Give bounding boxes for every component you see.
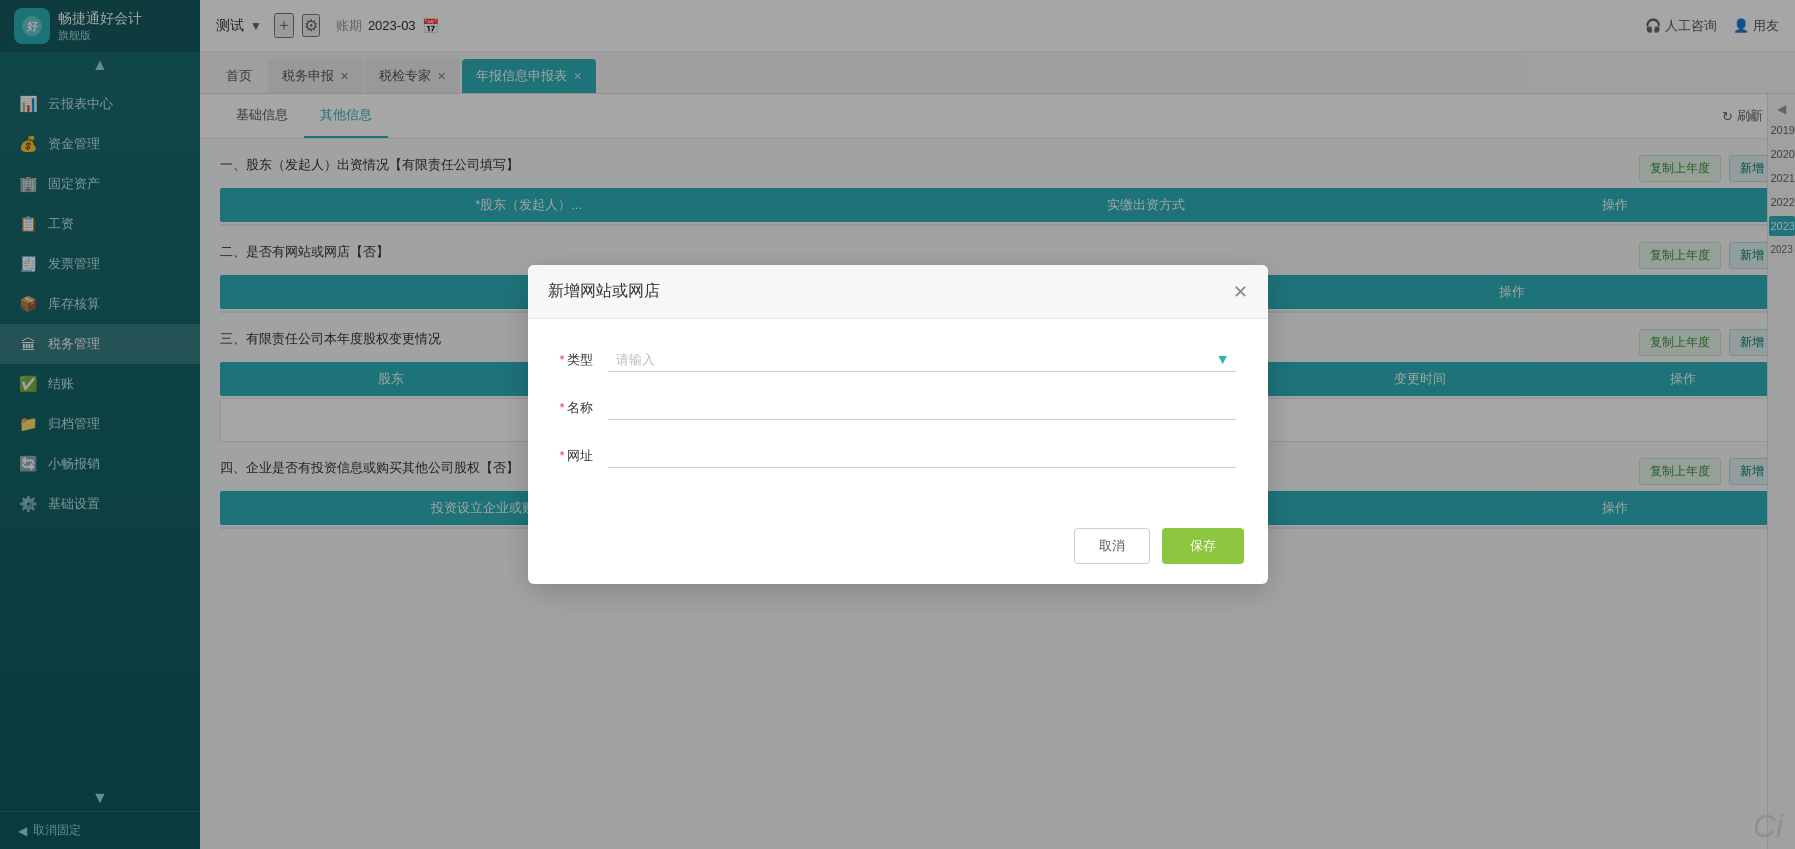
name-label: *名称 — [560, 399, 608, 417]
modal-title: 新增网站或网店 — [548, 281, 660, 302]
url-input-wrap — [608, 444, 1236, 468]
url-field: *网址 — [560, 444, 1236, 468]
type-label: *类型 — [560, 351, 608, 369]
modal-body: *类型 ▼ *名称 *网址 — [528, 319, 1268, 512]
url-required-mark: * — [560, 448, 565, 463]
cancel-button[interactable]: 取消 — [1074, 528, 1150, 564]
modal-footer: 取消 保存 — [528, 512, 1268, 584]
url-input[interactable] — [608, 444, 1236, 467]
type-input[interactable] — [608, 348, 1210, 371]
name-input[interactable] — [608, 396, 1236, 419]
type-input-wrap: ▼ — [608, 347, 1236, 372]
name-required-mark: * — [560, 400, 565, 415]
add-website-modal: 新增网站或网店 ✕ *类型 ▼ *名称 — [528, 265, 1268, 584]
name-field: *名称 — [560, 396, 1236, 420]
type-field: *类型 ▼ — [560, 347, 1236, 372]
name-input-wrap — [608, 396, 1236, 420]
save-button[interactable]: 保存 — [1162, 528, 1244, 564]
type-dropdown-icon[interactable]: ▼ — [1210, 347, 1236, 371]
modal-overlay[interactable]: 新增网站或网店 ✕ *类型 ▼ *名称 — [0, 0, 1795, 849]
modal-close-button[interactable]: ✕ — [1233, 283, 1248, 301]
type-required-mark: * — [560, 352, 565, 367]
modal-header: 新增网站或网店 ✕ — [528, 265, 1268, 319]
url-label: *网址 — [560, 447, 608, 465]
